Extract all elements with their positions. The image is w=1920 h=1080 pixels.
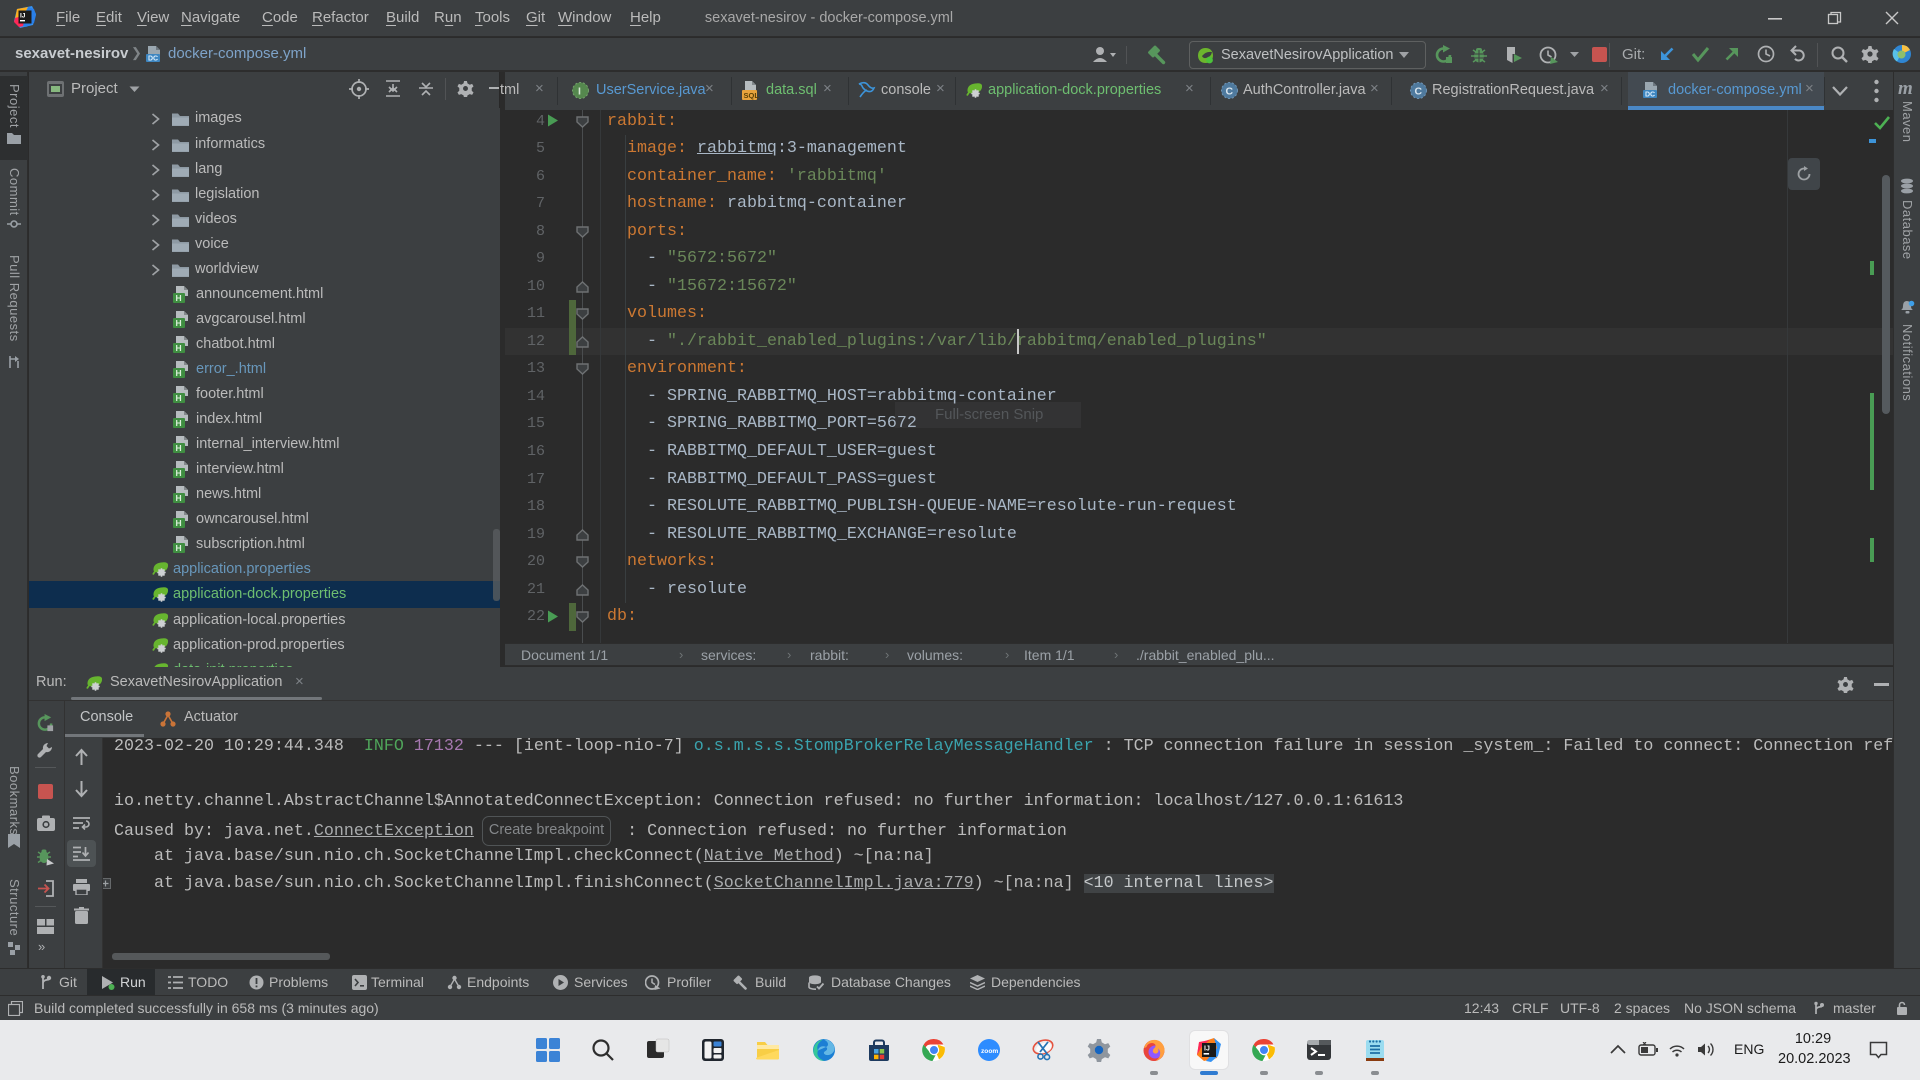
svg-text:H: H (176, 443, 182, 453)
svg-text:H: H (176, 543, 182, 553)
svg-text:H: H (176, 393, 182, 403)
svg-text:IJ: IJ (1204, 1046, 1210, 1053)
svg-text:SQL: SQL (744, 91, 760, 100)
svg-text:DC: DC (148, 56, 158, 63)
svg-text:H: H (176, 468, 182, 478)
svg-text:H: H (176, 368, 182, 378)
svg-text:C: C (1226, 86, 1234, 98)
svg-text:C: C (1415, 86, 1423, 98)
svg-text:H: H (176, 343, 182, 353)
svg-text:H: H (176, 493, 182, 503)
svg-text:H: H (176, 418, 182, 428)
svg-text:DC: DC (1645, 92, 1655, 99)
svg-text:IJ: IJ (20, 13, 26, 20)
svg-text:H: H (176, 518, 182, 528)
svg-text:H: H (176, 293, 182, 303)
svg-text:zoom: zoom (981, 1048, 998, 1055)
svg-text:H: H (176, 318, 182, 328)
svg-text:I: I (578, 86, 581, 98)
